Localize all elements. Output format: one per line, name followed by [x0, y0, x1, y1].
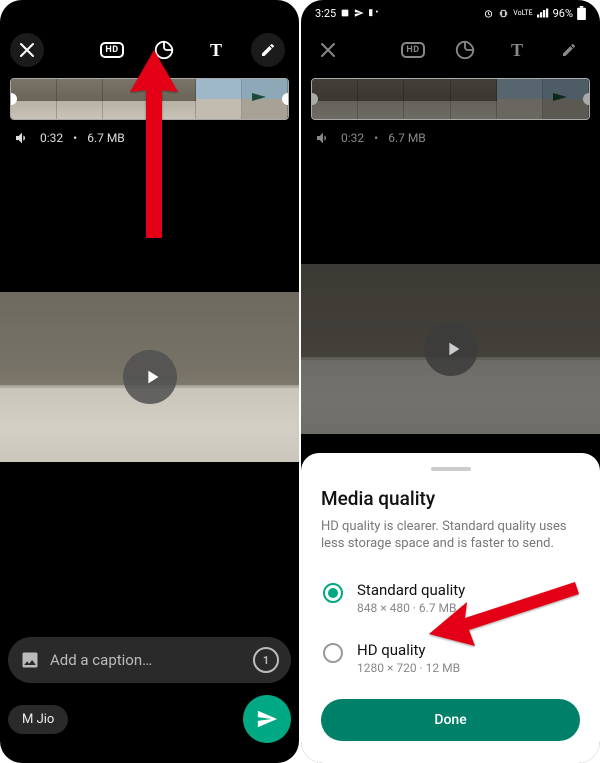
trim-handle-right: [583, 93, 590, 105]
recipient-chip[interactable]: M Jio: [8, 705, 68, 734]
video-trim-timeline[interactable]: [10, 78, 289, 120]
close-icon: [19, 42, 35, 58]
draw-button: [552, 33, 586, 67]
video-meta: 0:32 • 6.7 MB: [301, 120, 600, 156]
video-meta: 0:32 • 6.7 MB: [0, 120, 299, 156]
battery-percent: 96%: [553, 7, 573, 20]
sticker-icon: [153, 39, 175, 61]
volume-icon: [315, 130, 331, 146]
option-label: HD quality: [357, 641, 460, 659]
video-preview[interactable]: [0, 292, 299, 462]
status-time: 3:25: [315, 7, 336, 20]
screenshot-pair: HD T 0:32: [0, 0, 600, 763]
video-size: 6.7 MB: [388, 131, 426, 145]
trim-handle-right[interactable]: [282, 93, 289, 105]
phone-right: 3:25 ▮ • VoLTE 96% HD: [301, 0, 600, 763]
option-sublabel: 848 × 480 · 6.7 MB: [357, 601, 465, 615]
sticker-icon: [454, 39, 476, 61]
option-standard-quality[interactable]: Standard quality 848 × 480 · 6.7 MB: [321, 571, 580, 631]
play-button[interactable]: [123, 350, 177, 404]
send-button[interactable]: [243, 695, 291, 743]
option-sublabel: 1280 × 720 · 12 MB: [357, 661, 460, 675]
done-button[interactable]: Done: [321, 699, 580, 741]
radio-selected-icon: [323, 583, 343, 603]
video-trim-timeline: [311, 78, 590, 120]
signal-icon: [537, 8, 549, 18]
play-icon: [442, 338, 464, 360]
text-icon: T: [210, 40, 222, 61]
text-button[interactable]: T: [199, 33, 233, 67]
radio-unselected-icon: [323, 643, 343, 663]
editor-toolbar: HD T: [0, 26, 299, 74]
play-button: [424, 322, 478, 376]
close-button: [311, 33, 345, 67]
video-duration: 0:32: [341, 131, 364, 145]
status-notch-icon: ▮ •: [368, 8, 378, 18]
video-preview: [301, 264, 600, 434]
volume-icon[interactable]: [14, 130, 30, 146]
pencil-icon: [260, 42, 276, 58]
status-telegram-icon: [354, 8, 364, 18]
sheet-description: HD quality is clearer. Standard quality …: [321, 518, 580, 553]
status-bar: 3:25 ▮ • VoLTE 96%: [301, 0, 600, 26]
close-button[interactable]: [10, 33, 44, 67]
bottom-row: M Jio: [8, 695, 291, 743]
vibrate-icon: [498, 8, 509, 19]
phone-left: HD T 0:32: [0, 0, 299, 763]
send-icon: [256, 708, 278, 730]
hd-icon: HD: [100, 42, 123, 58]
hd-icon: HD: [401, 42, 424, 58]
video-duration: 0:32: [40, 131, 63, 145]
draw-button[interactable]: [251, 33, 285, 67]
close-icon: [320, 42, 336, 58]
option-hd-quality[interactable]: HD quality 1280 × 720 · 12 MB: [321, 631, 580, 691]
sticker-button: [448, 33, 482, 67]
play-icon: [141, 366, 163, 388]
media-quality-sheet: Media quality HD quality is clearer. Sta…: [301, 453, 600, 763]
status-icon: [340, 8, 350, 18]
hd-quality-button[interactable]: HD: [95, 33, 129, 67]
view-once-button[interactable]: 1: [253, 647, 279, 673]
network-label: VoLTE: [513, 10, 532, 17]
text-icon: T: [511, 40, 523, 61]
alarm-icon: [483, 8, 494, 19]
option-label: Standard quality: [357, 581, 465, 599]
sticker-button[interactable]: [147, 33, 181, 67]
pencil-icon: [561, 42, 577, 58]
photo-icon[interactable]: [20, 650, 40, 670]
video-size: 6.7 MB: [87, 131, 125, 145]
battery-icon: [577, 6, 586, 20]
caption-input-bar[interactable]: Add a caption… 1: [8, 637, 291, 683]
sheet-grabber[interactable]: [431, 467, 471, 471]
sheet-title: Media quality: [321, 487, 580, 510]
hd-quality-button: HD: [396, 33, 430, 67]
caption-placeholder: Add a caption…: [50, 651, 253, 669]
editor-toolbar: HD T: [301, 26, 600, 74]
text-button: T: [500, 33, 534, 67]
